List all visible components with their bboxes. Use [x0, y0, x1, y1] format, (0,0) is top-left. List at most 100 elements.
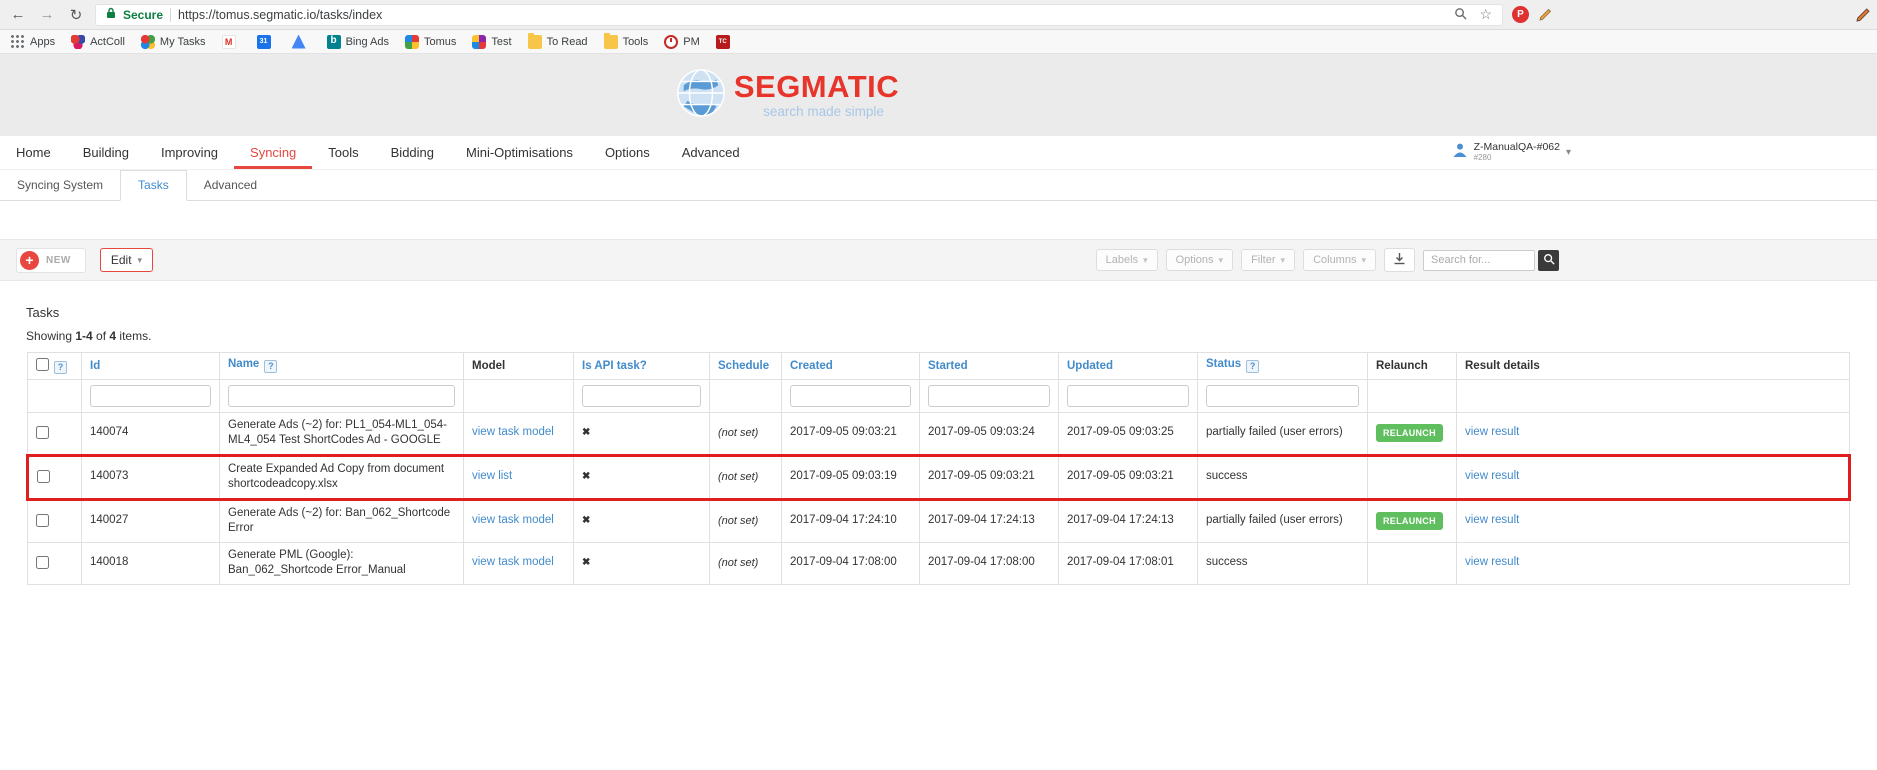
forward-icon[interactable]: → [37, 6, 57, 23]
row-checkbox[interactable] [36, 425, 49, 439]
filter-status-input[interactable] [1206, 384, 1359, 407]
header-id[interactable]: Id [81, 352, 220, 380]
header-status[interactable]: Status? [1197, 352, 1368, 380]
zoom-icon[interactable] [1454, 7, 1468, 23]
sub-nav: Syncing System Tasks Advanced [0, 170, 1877, 201]
view-task-model-link[interactable]: view task model [472, 514, 554, 526]
bookmark-apps[interactable]: Apps [10, 34, 55, 49]
cell-relaunch: RELAUNCH [1367, 498, 1457, 543]
filter-started-input[interactable] [928, 384, 1050, 407]
header-created[interactable]: Created [781, 352, 920, 380]
summary-text: Showing [26, 329, 76, 343]
cell-schedule: (not set) [709, 541, 782, 585]
user-menu[interactable]: Z-ManualQA-#062 #280 ▾ [1452, 136, 1575, 169]
filter-updated-input[interactable] [1067, 384, 1189, 407]
row-checkbox[interactable] [36, 513, 49, 527]
filter-created-input[interactable] [790, 384, 911, 407]
relaunch-button[interactable]: RELAUNCH [1376, 512, 1443, 531]
select-all-checkbox[interactable] [36, 358, 49, 371]
view-result-link[interactable]: view result [1465, 470, 1519, 482]
view-task-model-link[interactable]: view task model [472, 556, 554, 568]
nav-options[interactable]: Options [589, 136, 666, 169]
bookmark-tomus[interactable]: Tomus [404, 34, 456, 49]
filter-dropdown-button[interactable]: Filter ▾ [1241, 249, 1296, 271]
chevron-down-icon: ▾ [137, 254, 143, 265]
cell-status: partially failed (user errors) [1197, 411, 1368, 456]
nav-improving[interactable]: Improving [145, 136, 234, 169]
search-button[interactable] [1538, 249, 1559, 271]
columns-dropdown-button[interactable]: Columns ▾ [1303, 249, 1376, 271]
secure-label: Secure [123, 7, 164, 22]
header-schedule[interactable]: Schedule [709, 352, 782, 380]
row-checkbox[interactable] [37, 469, 50, 483]
bookmark-gmail[interactable] [221, 34, 241, 49]
nav-bidding[interactable]: Bidding [375, 136, 450, 169]
bookmark-tools[interactable]: Tools [603, 32, 648, 49]
edit-dropdown-button[interactable]: Edit ▾ [99, 248, 154, 272]
labels-dropdown-button[interactable]: Labels ▾ [1095, 249, 1158, 271]
tab-syncing-system[interactable]: Syncing System [0, 170, 120, 200]
filter-id-input[interactable] [90, 384, 211, 407]
extension-edit-icon[interactable] [1855, 7, 1871, 23]
help-icon[interactable]: ? [54, 360, 67, 374]
filter-is-api-input[interactable] [582, 384, 701, 407]
bookmark-bing-ads[interactable]: Bing Ads [326, 34, 389, 49]
view-list-link[interactable]: view list [472, 470, 512, 482]
tomus-favicon-icon [404, 34, 419, 49]
header-name[interactable]: Name? [219, 352, 464, 380]
table-row: 140018 Generate PML (Google): Ban_062_Sh… [27, 541, 1850, 585]
extension-pencil-icon[interactable] [1538, 7, 1553, 22]
bookmark-to-read[interactable]: To Read [527, 32, 588, 49]
bookmark-test[interactable]: Test [472, 34, 512, 49]
view-result-link[interactable]: view result [1465, 426, 1519, 438]
search-input[interactable] [1423, 249, 1535, 271]
bookmark-label: PM [683, 35, 700, 48]
view-result-link[interactable]: view result [1465, 556, 1519, 568]
bookmark-analytics[interactable] [291, 34, 311, 49]
nav-advanced[interactable]: Advanced [666, 136, 756, 169]
cell-started: 2017-09-05 09:03:24 [919, 411, 1059, 456]
options-label: Options [1175, 254, 1214, 266]
row-checkbox[interactable] [36, 555, 49, 569]
cell-is-api-task: ✖ [573, 498, 710, 543]
table-row: 140027 Generate Ads (~2) for: Ban_062_Sh… [27, 498, 1850, 543]
refresh-icon[interactable]: ↻ [66, 6, 86, 24]
tab-tasks[interactable]: Tasks [120, 170, 187, 201]
bookmark-my-tasks[interactable]: My Tasks [140, 34, 206, 49]
bookmark-calendar[interactable] [256, 34, 276, 49]
back-icon[interactable]: ← [8, 6, 28, 23]
options-dropdown-button[interactable]: Options ▾ [1165, 249, 1234, 271]
cell-is-api-task: ✖ [573, 541, 710, 585]
new-button[interactable]: + NEW [16, 247, 86, 273]
view-task-model-link[interactable]: view task model [472, 426, 554, 438]
bookmark-actcoll[interactable]: ActColl [71, 34, 125, 49]
nav-building[interactable]: Building [67, 136, 145, 169]
view-result-link[interactable]: view result [1465, 514, 1519, 526]
bookmark-tc[interactable] [715, 34, 735, 49]
globe-icon [676, 68, 726, 123]
bing-ads-favicon-icon [326, 34, 341, 49]
segmatic-logo[interactable]: SEGMATIC search made simple [676, 68, 899, 123]
header-updated[interactable]: Updated [1058, 352, 1198, 380]
bookmark-pm[interactable]: PM [664, 34, 700, 49]
bookmark-star-icon[interactable]: ☆ [1479, 6, 1492, 23]
nav-syncing[interactable]: Syncing [234, 136, 313, 169]
relaunch-button[interactable]: RELAUNCH [1376, 423, 1443, 443]
help-icon[interactable]: ? [264, 360, 278, 374]
chevron-down-icon: ▾ [1143, 254, 1148, 265]
help-icon[interactable]: ? [1246, 360, 1260, 374]
nav-tools[interactable]: Tools [312, 136, 374, 169]
nav-mini-optimisations[interactable]: Mini-Optimisations [450, 136, 589, 169]
cell-relaunch [1367, 541, 1457, 585]
table-header-row: ? Id Name? Model Is API task? Schedule C… [27, 352, 1850, 380]
filter-name-input[interactable] [228, 384, 455, 407]
header-is-api-task[interactable]: Is API task? [573, 352, 710, 380]
nav-home[interactable]: Home [0, 136, 67, 169]
address-bar[interactable]: Secure https://tomus.segmatic.io/tasks/i… [95, 3, 1503, 26]
export-button[interactable] [1384, 248, 1415, 272]
header-started[interactable]: Started [919, 352, 1059, 380]
tab-advanced[interactable]: Advanced [187, 170, 274, 200]
bookmarks-bar: Apps ActColl My Tasks Bing Ads Tomus Tes… [0, 30, 1877, 54]
extension-p-icon[interactable]: P [1512, 6, 1529, 23]
header-status-label: Status [1206, 358, 1242, 371]
